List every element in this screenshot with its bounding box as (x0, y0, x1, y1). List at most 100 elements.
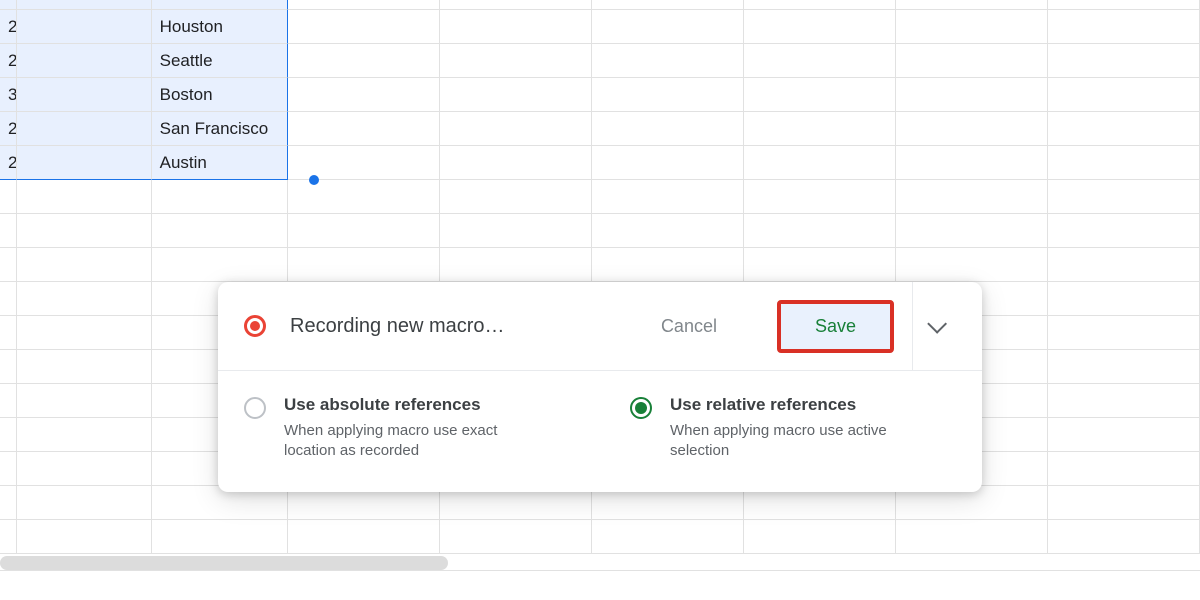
cell[interactable] (0, 316, 17, 350)
cell[interactable]: 27 (0, 112, 17, 146)
cell[interactable] (288, 248, 440, 282)
cell[interactable] (17, 520, 152, 554)
cell[interactable] (1048, 180, 1200, 214)
cell[interactable] (288, 180, 440, 214)
cell[interactable] (440, 10, 592, 44)
cell[interactable] (17, 214, 152, 248)
cell[interactable] (896, 520, 1048, 554)
cell[interactable] (896, 146, 1048, 180)
option-relative-references[interactable]: Use relative references When applying ma… (630, 395, 956, 462)
cell[interactable] (592, 146, 744, 180)
option-absolute-references[interactable]: Use absolute references When applying ma… (244, 395, 570, 462)
cell[interactable] (440, 214, 592, 248)
save-button[interactable]: Save (779, 302, 892, 351)
cell[interactable] (1048, 0, 1200, 10)
cell[interactable] (0, 452, 17, 486)
cell[interactable] (152, 248, 288, 282)
cell[interactable] (896, 180, 1048, 214)
cell[interactable] (17, 180, 152, 214)
cell[interactable] (0, 282, 17, 316)
cell[interactable] (744, 146, 896, 180)
cell[interactable]: Boston (152, 78, 288, 112)
cell[interactable] (744, 248, 896, 282)
cell[interactable] (0, 486, 17, 520)
cell[interactable]: 28 (0, 10, 17, 44)
cell[interactable] (744, 44, 896, 78)
cell[interactable] (1048, 418, 1200, 452)
cell[interactable] (288, 78, 440, 112)
cell[interactable] (896, 112, 1048, 146)
cell[interactable] (1048, 214, 1200, 248)
cell[interactable] (0, 214, 17, 248)
cell[interactable]: Seattle (152, 44, 288, 78)
cell[interactable] (744, 112, 896, 146)
cell[interactable] (288, 214, 440, 248)
cell[interactable] (17, 486, 152, 520)
cell[interactable]: 31 (0, 78, 17, 112)
cell[interactable] (17, 10, 152, 44)
cell[interactable] (744, 78, 896, 112)
cell[interactable] (17, 78, 152, 112)
cell[interactable] (1048, 384, 1200, 418)
cell[interactable] (1048, 248, 1200, 282)
cell[interactable] (440, 112, 592, 146)
cell[interactable] (17, 350, 152, 384)
cell[interactable]: 24 (0, 146, 17, 180)
cell[interactable] (1048, 146, 1200, 180)
cell[interactable] (17, 384, 152, 418)
cell[interactable] (896, 44, 1048, 78)
cell[interactable] (896, 78, 1048, 112)
cell[interactable] (288, 520, 440, 554)
cell[interactable] (1048, 282, 1200, 316)
cell[interactable] (0, 248, 17, 282)
cell[interactable]: 29 (0, 44, 17, 78)
cell[interactable] (17, 248, 152, 282)
cell[interactable] (1048, 486, 1200, 520)
horizontal-scrollbar[interactable] (0, 556, 448, 570)
cell[interactable] (1048, 316, 1200, 350)
cell[interactable] (0, 180, 17, 214)
cell[interactable] (744, 180, 896, 214)
cell[interactable]: Houston (152, 10, 288, 44)
cell[interactable] (440, 248, 592, 282)
cell[interactable] (440, 180, 592, 214)
cell[interactable] (440, 78, 592, 112)
cell[interactable] (1048, 520, 1200, 554)
cell[interactable] (1048, 350, 1200, 384)
cell[interactable]: Austin (152, 146, 288, 180)
cell[interactable] (896, 10, 1048, 44)
cell[interactable] (592, 78, 744, 112)
cell[interactable] (744, 520, 896, 554)
cell[interactable] (592, 214, 744, 248)
cell[interactable] (744, 10, 896, 44)
cell[interactable] (592, 0, 744, 10)
cell[interactable] (744, 214, 896, 248)
cell[interactable] (17, 282, 152, 316)
cell[interactable] (440, 146, 592, 180)
cell[interactable] (592, 248, 744, 282)
cell[interactable] (1048, 78, 1200, 112)
cell[interactable] (152, 214, 288, 248)
cell[interactable] (152, 520, 288, 554)
expand-toggle[interactable] (912, 282, 956, 370)
cell[interactable] (152, 180, 288, 214)
cell[interactable] (592, 10, 744, 44)
cell[interactable] (0, 350, 17, 384)
cell[interactable] (17, 0, 152, 10)
cell[interactable] (1048, 112, 1200, 146)
cell[interactable]: Chicago (152, 0, 288, 10)
cell[interactable] (288, 44, 440, 78)
cell[interactable] (0, 520, 17, 554)
cell[interactable] (896, 248, 1048, 282)
cell[interactable] (17, 452, 152, 486)
cell[interactable] (592, 180, 744, 214)
cell[interactable] (440, 0, 592, 10)
cell[interactable] (744, 0, 896, 10)
cell[interactable] (440, 520, 592, 554)
cell[interactable] (17, 418, 152, 452)
selection-handle[interactable] (309, 175, 319, 185)
cell[interactable] (0, 384, 17, 418)
cell[interactable]: 22 (0, 0, 17, 10)
cell[interactable] (896, 0, 1048, 10)
cell[interactable] (592, 44, 744, 78)
